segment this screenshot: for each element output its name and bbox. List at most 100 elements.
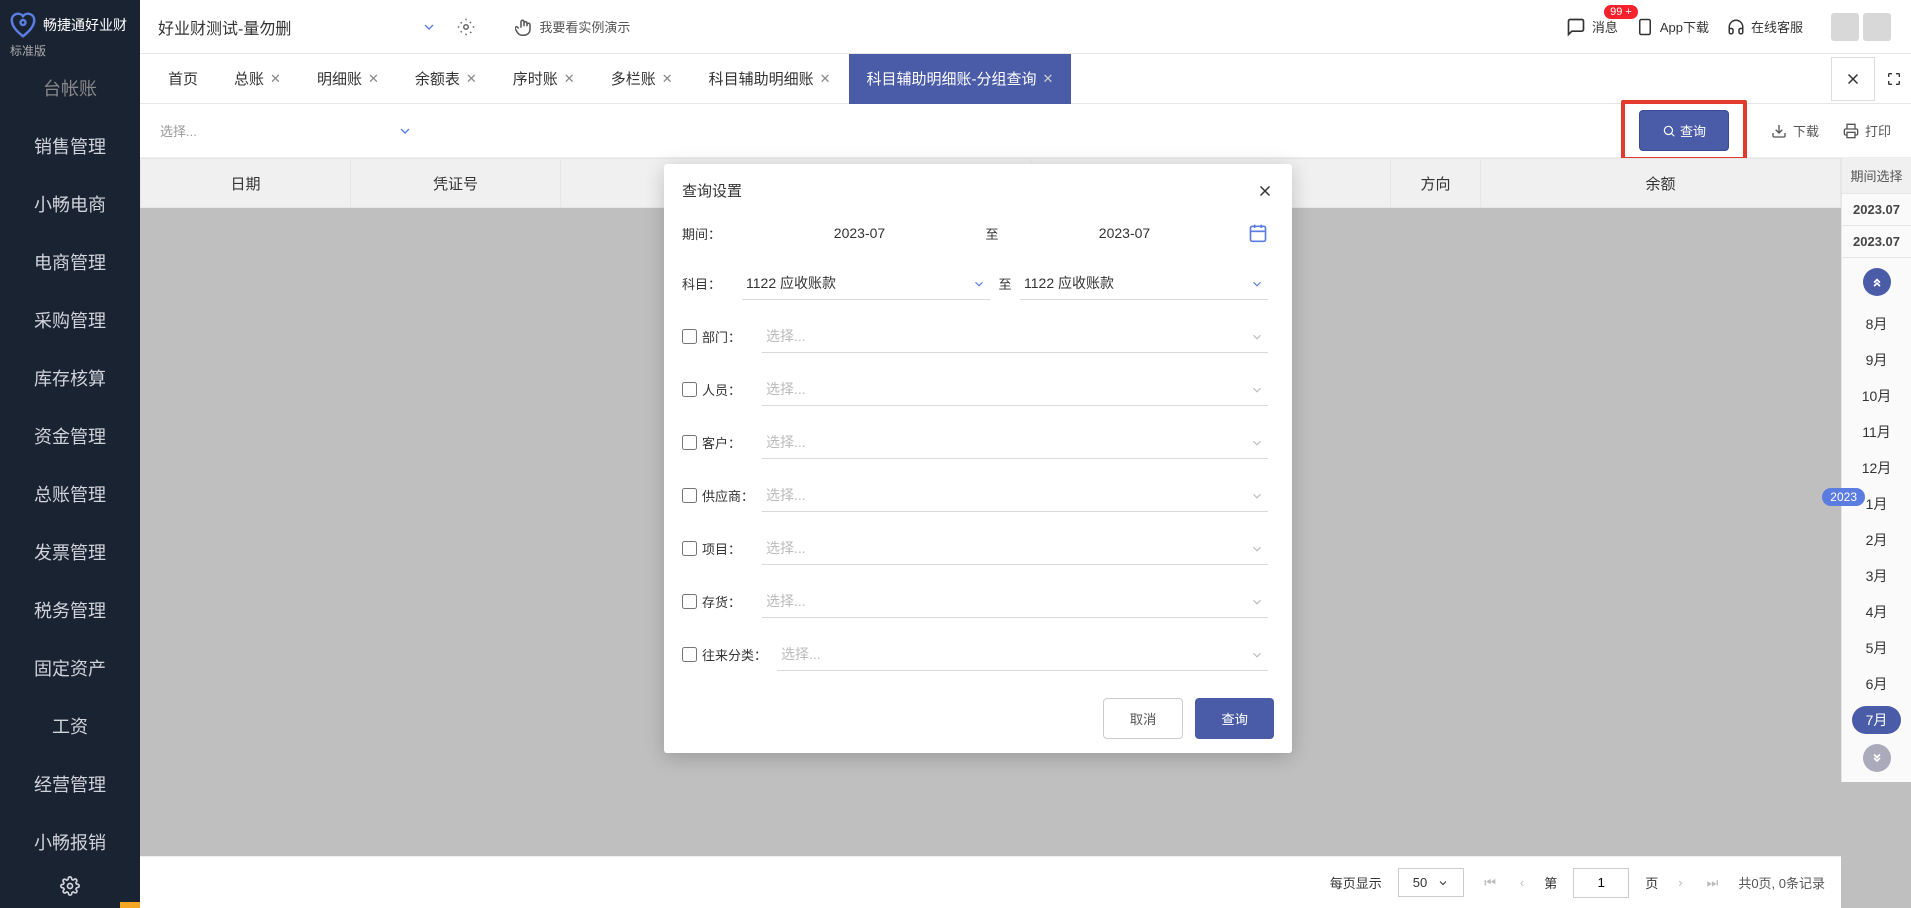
period-month[interactable]: 3月: [1842, 558, 1911, 594]
dept-checkbox-label[interactable]: 部门：: [682, 327, 762, 346]
period-to-input[interactable]: 2023-07: [1007, 219, 1242, 247]
period-month[interactable]: 11月: [1842, 414, 1911, 450]
tab-label: 科目辅助明细账: [709, 68, 814, 89]
avatar[interactable]: [1831, 13, 1859, 41]
project-checkbox[interactable]: [682, 541, 697, 556]
close-all-button[interactable]: [1831, 57, 1875, 101]
period-month[interactable]: 4月: [1842, 594, 1911, 630]
page-size-select[interactable]: 50: [1398, 868, 1464, 897]
next-page-button[interactable]: ›: [1674, 875, 1686, 890]
tab-gl[interactable]: 总账✕: [216, 54, 299, 104]
period-from-input[interactable]: 2023-07: [742, 219, 977, 247]
period-to[interactable]: 2023.07: [1842, 226, 1911, 258]
settings-gear[interactable]: [0, 864, 140, 908]
person-select[interactable]: 选择...: [762, 373, 1268, 406]
fullscreen-button[interactable]: [1877, 57, 1911, 101]
close-icon[interactable]: ✕: [820, 71, 831, 87]
account-from-select[interactable]: 1122 应收账款: [742, 267, 990, 300]
settings-icon[interactable]: [457, 18, 475, 36]
category-checkbox[interactable]: [682, 647, 697, 662]
close-icon[interactable]: ✕: [270, 71, 281, 87]
customer-select[interactable]: 选择...: [762, 426, 1268, 459]
category-select[interactable]: 选择...: [777, 638, 1268, 671]
scroll-down-button[interactable]: [1863, 744, 1891, 772]
account-to-select[interactable]: 1122 应收账款: [1020, 267, 1268, 300]
period-month[interactable]: 6月: [1842, 666, 1911, 702]
scroll-up-button[interactable]: [1863, 268, 1891, 296]
supplier-select[interactable]: 选择...: [762, 479, 1268, 512]
person-checkbox[interactable]: [682, 382, 697, 397]
nav-item-cash[interactable]: 资金管理: [0, 407, 140, 465]
dept-select[interactable]: 选择...: [762, 320, 1268, 353]
close-icon[interactable]: ✕: [564, 71, 575, 87]
period-month[interactable]: 9月: [1842, 342, 1911, 378]
query-button[interactable]: 查询: [1639, 110, 1729, 151]
nav-item-purchase[interactable]: 采购管理: [0, 291, 140, 349]
message-button[interactable]: 消息 99 +: [1566, 17, 1618, 37]
online-cs-button[interactable]: 在线客服: [1727, 17, 1803, 36]
toolbar-select[interactable]: 选择...: [160, 121, 197, 140]
nav-item-fixed-asset[interactable]: 固定资产: [0, 639, 140, 697]
company-dropdown-icon[interactable]: [421, 18, 437, 35]
nav-item-sales[interactable]: 销售管理: [0, 117, 140, 175]
category-checkbox-label[interactable]: 往来分类：: [682, 645, 777, 664]
nav-item-invoice[interactable]: 发票管理: [0, 523, 140, 581]
nav-item-ecommerce[interactable]: 电商管理: [0, 233, 140, 291]
close-icon[interactable]: ✕: [466, 71, 477, 87]
stock-select[interactable]: 选择...: [762, 585, 1268, 618]
customer-checkbox-label[interactable]: 客户：: [682, 433, 762, 452]
calendar-button[interactable]: [1248, 223, 1268, 243]
tab-multi[interactable]: 多栏账✕: [593, 54, 691, 104]
project-checkbox-label[interactable]: 项目：: [682, 539, 762, 558]
nav-item-tax[interactable]: 税务管理: [0, 581, 140, 639]
nav-item-inventory[interactable]: 库存核算: [0, 349, 140, 407]
person-checkbox-label[interactable]: 人员：: [682, 380, 762, 399]
nav-item-operation[interactable]: 经营管理: [0, 755, 140, 813]
company-name[interactable]: 好业财测试-量勿删: [158, 15, 291, 39]
stock-checkbox[interactable]: [682, 594, 697, 609]
tab-journal[interactable]: 序时账✕: [495, 54, 593, 104]
dept-checkbox[interactable]: [682, 329, 697, 344]
page-input[interactable]: [1573, 868, 1629, 898]
nav-item-expense[interactable]: 小畅报销: [0, 813, 140, 864]
cancel-button[interactable]: 取消: [1103, 698, 1184, 739]
ok-button[interactable]: 查询: [1195, 698, 1274, 739]
print-button[interactable]: 打印: [1843, 121, 1891, 140]
last-page-button[interactable]: ⏭: [1703, 875, 1723, 891]
first-page-button[interactable]: ⏮: [1480, 875, 1500, 891]
toolbar-select-dropdown[interactable]: [397, 122, 413, 139]
nav-item-ecommerce-xc[interactable]: 小畅电商: [0, 175, 140, 233]
project-select[interactable]: 选择...: [762, 532, 1268, 565]
period-month[interactable]: 8月: [1842, 306, 1911, 342]
tab-home[interactable]: 首页: [150, 54, 216, 104]
close-icon[interactable]: ✕: [662, 71, 673, 87]
customer-checkbox[interactable]: [682, 435, 697, 450]
period-from[interactable]: 2023.07: [1842, 194, 1911, 226]
app-download-button[interactable]: App下载: [1636, 17, 1709, 36]
supplier-checkbox[interactable]: [682, 488, 697, 503]
tab-balance[interactable]: 余额表✕: [397, 54, 495, 104]
period-month-active[interactable]: 7月: [1852, 706, 1901, 734]
nav-item-cut[interactable]: 台帐账: [0, 67, 140, 117]
supplier-checkbox-label[interactable]: 供应商：: [682, 486, 762, 505]
placeholder: 选择...: [766, 591, 806, 611]
avatar[interactable]: [1863, 13, 1891, 41]
period-month[interactable]: 2月: [1842, 522, 1911, 558]
category-row: 往来分类： 选择...: [682, 638, 1268, 671]
period-month[interactable]: 12月: [1842, 450, 1911, 486]
period-month[interactable]: 10月: [1842, 378, 1911, 414]
stock-checkbox-label[interactable]: 存货：: [682, 592, 762, 611]
demo-link[interactable]: 我要看实例演示: [515, 17, 630, 36]
prev-page-button[interactable]: ‹: [1516, 875, 1528, 890]
tab-aux-detail[interactable]: 科目辅助明细账 ✕: [691, 54, 849, 104]
close-icon[interactable]: ✕: [368, 71, 379, 87]
tab-detail[interactable]: 明细账✕: [299, 54, 397, 104]
period-month[interactable]: 5月: [1842, 630, 1911, 666]
tab-aux-group[interactable]: 科目辅助明细账-分组查询✕: [849, 54, 1072, 104]
account-label: 科目：: [682, 274, 742, 293]
nav-item-gl[interactable]: 总账管理: [0, 465, 140, 523]
download-button[interactable]: 下载: [1771, 121, 1819, 140]
close-icon[interactable]: ✕: [1043, 71, 1054, 87]
modal-close-button[interactable]: [1256, 181, 1274, 199]
nav-item-salary[interactable]: 工资: [0, 697, 140, 755]
